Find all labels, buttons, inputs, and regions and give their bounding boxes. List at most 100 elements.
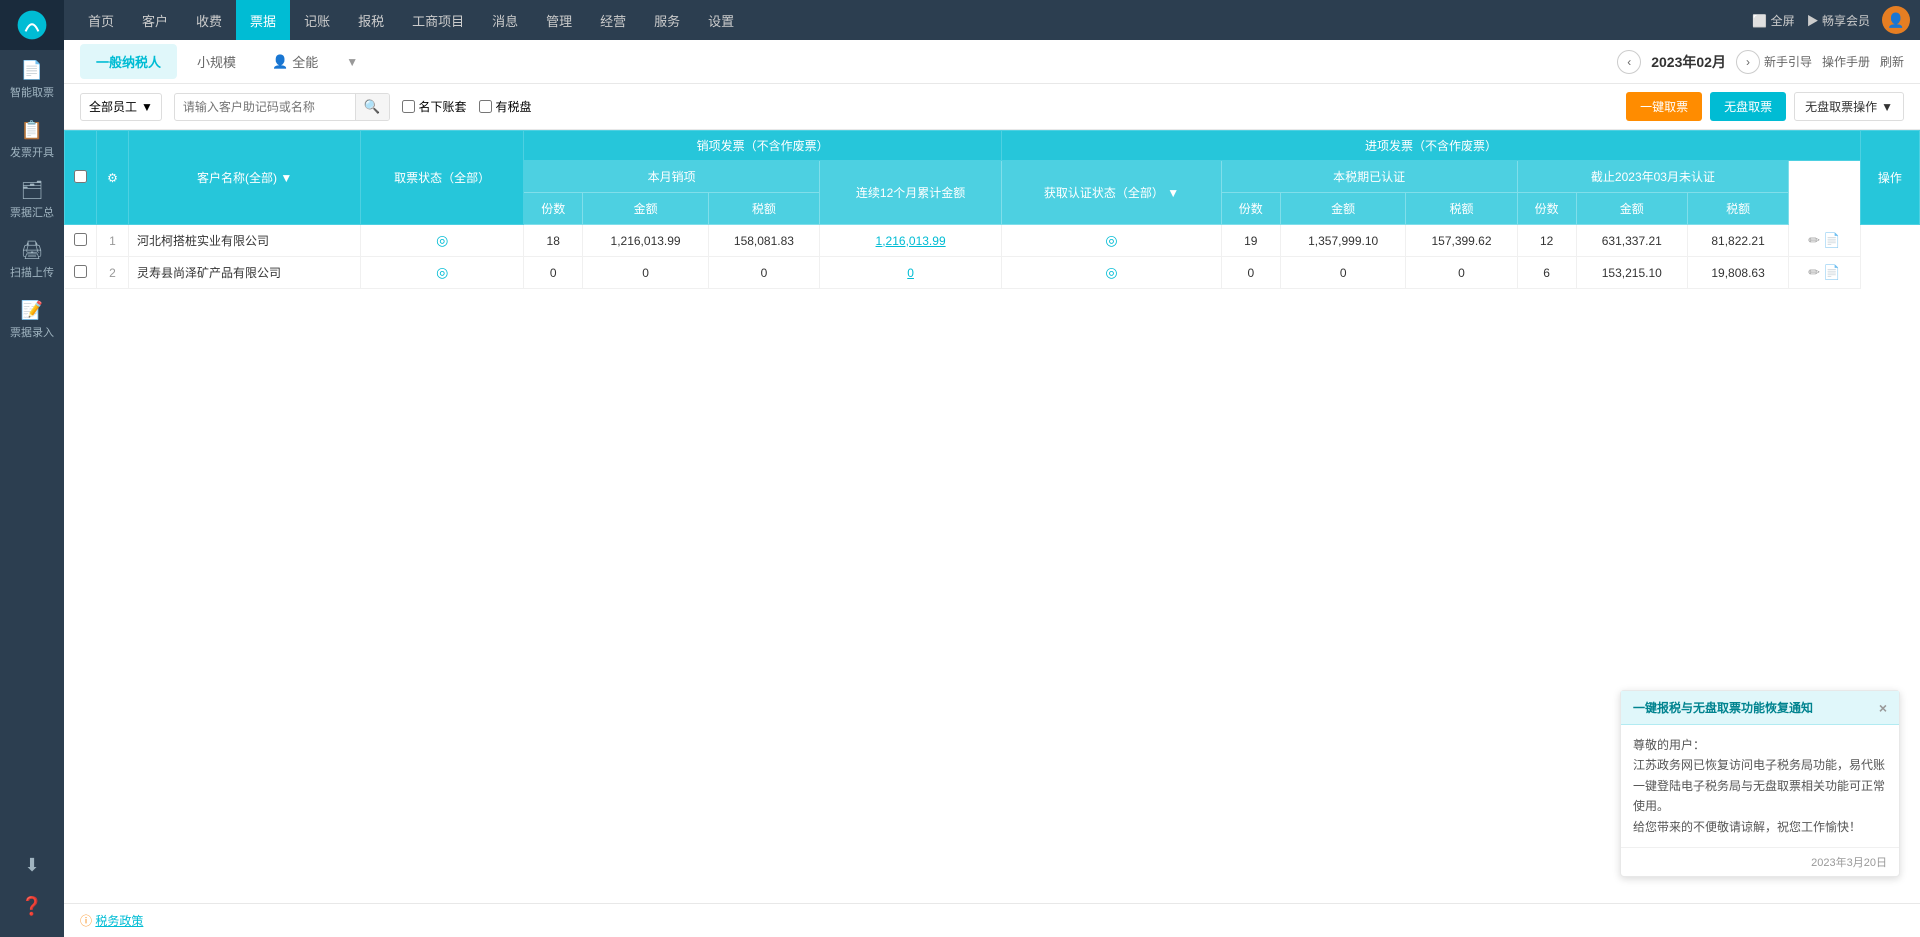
sidebar-item-issue-invoice[interactable]: 📋 发票开具 xyxy=(0,110,64,170)
row-sales-tax: 0 xyxy=(708,257,819,289)
th-purch-cert-count: 份数 xyxy=(1221,193,1280,225)
tab-all[interactable]: 👤 全能 xyxy=(256,44,334,79)
notification-body: 尊敬的用户： 江苏政务网已恢复访问电子税务局功能，易代账一键登陆电子税务局与无盘… xyxy=(1621,725,1899,847)
tab-small[interactable]: 小规模 xyxy=(181,44,252,79)
row-sales-amount: 0 xyxy=(583,257,709,289)
next-month-btn[interactable]: › xyxy=(1736,50,1760,74)
nav-item-message[interactable]: 消息 xyxy=(478,0,532,40)
date-nav: ‹ 2023年02月 › xyxy=(1617,50,1760,74)
main-table: ⚙ 客户名称(全部) ▼ 取票状态（全部） 销项发票（不含作废票） 进项发票（不… xyxy=(64,130,1920,289)
search-input[interactable] xyxy=(175,100,355,114)
top-nav-right: ⬜ 全屏 ▶ 畅享会员 👤 xyxy=(1752,6,1910,34)
th-client: 客户名称(全部) ▼ xyxy=(129,131,361,225)
member-btn[interactable]: ▶ 畅享会员 xyxy=(1807,12,1870,29)
sidebar-item-help[interactable]: ❓ xyxy=(0,886,64,927)
current-date: 2023年02月 xyxy=(1651,52,1726,72)
th-sales-amount: 金额 xyxy=(583,193,709,225)
sidebar-item-smart-fetch[interactable]: 📄 智能取票 xyxy=(0,50,64,110)
row-checkbox[interactable] xyxy=(65,257,97,289)
view-icon[interactable]: 📄 xyxy=(1823,232,1840,248)
sidebar-item-invoice-summary[interactable]: 🗂 票据汇总 xyxy=(0,170,64,230)
nav-item-tax[interactable]: 报税 xyxy=(344,0,398,40)
tab-general[interactable]: 一般纳税人 xyxy=(80,44,177,79)
tax-policy-icon: ⓘ xyxy=(80,914,95,928)
sidebar-item-scan-upload[interactable]: 🖨 扫描上传 xyxy=(0,230,64,290)
row-checkbox[interactable] xyxy=(65,225,97,257)
th-until-uncertified: 截止2023年03月未认证 xyxy=(1517,161,1789,193)
nav-item-settings[interactable]: 设置 xyxy=(694,0,748,40)
row-fetch-status: ◎ xyxy=(361,225,524,257)
table-body: 1 河北柯搭桩实业有限公司 ◎ 18 1,216,013.99 158,081.… xyxy=(65,225,1920,289)
nav-item-operation[interactable]: 经营 xyxy=(586,0,640,40)
th-purch-uncert-tax: 税额 xyxy=(1687,193,1789,225)
no-disk-fetch-btn[interactable]: 无盘取票 xyxy=(1710,92,1786,121)
prev-month-btn[interactable]: ‹ xyxy=(1617,50,1641,74)
avatar[interactable]: 👤 xyxy=(1882,6,1910,34)
notification-close-btn[interactable]: × xyxy=(1879,700,1887,716)
tab-bar: 一般纳税人 小规模 👤 全能 ▼ ‹ 2023年02月 › 新手引导 操作手册 … xyxy=(64,40,1920,84)
row-actions: ✏ 📄 xyxy=(1789,225,1860,257)
nav-item-management[interactable]: 管理 xyxy=(532,0,586,40)
sidebar-item-label: 发票开具 xyxy=(10,144,54,160)
chevron-down-icon: ▼ xyxy=(141,100,153,114)
sidebar-item-download[interactable]: ⬇ xyxy=(0,845,64,886)
nav-item-bookkeeping[interactable]: 记账 xyxy=(290,0,344,40)
manual-btn[interactable]: 操作手册 xyxy=(1822,53,1870,70)
edit-icon[interactable]: ✏ xyxy=(1808,264,1820,280)
th-purch-uncert-count: 份数 xyxy=(1517,193,1576,225)
one-click-fetch-btn[interactable]: 一键取票 xyxy=(1626,92,1702,121)
sidebar-item-data-entry[interactable]: 📝 票据录入 xyxy=(0,290,64,350)
table-row: 1 河北柯搭桩实业有限公司 ◎ 18 1,216,013.99 158,081.… xyxy=(65,225,1920,257)
nav-item-billing[interactable]: 收费 xyxy=(182,0,236,40)
th-purchase-group: 进项发票（不含作废票） xyxy=(1002,131,1861,161)
tab-more[interactable]: ▼ xyxy=(338,51,366,73)
row-cert-status: ◎ xyxy=(1002,257,1222,289)
nav-item-service[interactable]: 服务 xyxy=(640,0,694,40)
fullscreen-btn[interactable]: ⬜ 全屏 xyxy=(1752,12,1794,29)
new-guide-btn[interactable]: 新手引导 xyxy=(1764,53,1812,70)
row-fetch-status: ◎ xyxy=(361,257,524,289)
refresh-btn[interactable]: 刷新 xyxy=(1880,53,1904,70)
has-tax-checkbox[interactable]: 有税盘 xyxy=(479,98,532,115)
sales-12month-link[interactable]: 0 xyxy=(907,266,914,280)
tax-policy-link[interactable]: 税务政策 xyxy=(95,914,143,928)
select-all-checkbox[interactable] xyxy=(74,170,87,183)
sidebar: 📄 智能取票 📋 发票开具 🗂 票据汇总 🖨 扫描上传 📝 票据录入 ⬇ ❓ xyxy=(0,0,64,937)
sidebar-item-label: 票据录入 xyxy=(10,324,54,340)
row-purch-cert-amount: 0 xyxy=(1280,257,1406,289)
view-icon[interactable]: 📄 xyxy=(1823,264,1840,280)
fetch-status-icon: ◎ xyxy=(436,264,448,280)
cert-status-icon: ◎ xyxy=(1105,264,1117,280)
employee-select[interactable]: 全部员工 ▼ xyxy=(80,93,162,121)
no-disk-ops-btn[interactable]: 无盘取票操作 ▼ xyxy=(1794,92,1904,121)
row-num: 2 xyxy=(97,257,129,289)
edit-icon[interactable]: ✏ xyxy=(1808,232,1820,248)
invoice-summary-icon: 🗂 xyxy=(21,180,44,201)
issue-invoice-icon: 📋 xyxy=(21,120,43,141)
under-account-checkbox[interactable]: 名下账套 xyxy=(402,98,467,115)
filter-bar: 全部员工 ▼ 🔍 名下账套 有税盘 一键取票 无盘取票 无盘取票操作 ▼ xyxy=(64,84,1920,130)
th-sales-12month: 连续12个月累计金额 xyxy=(819,161,1001,225)
sales-12month-link[interactable]: 1,216,013.99 xyxy=(876,234,946,248)
row-purch-uncert-tax: 19,808.63 xyxy=(1687,257,1789,289)
data-entry-icon: 📝 xyxy=(21,300,43,321)
top-nav: 首页 客户 收费 票据 记账 报税 工商项目 消息 管理 经营 服务 设置 ⬜ … xyxy=(64,0,1920,40)
th-cert-status: 获取认证状态（全部） ▼ xyxy=(1002,161,1222,225)
notification-date: 2023年3月20日 xyxy=(1811,857,1887,869)
sidebar-item-label: 智能取票 xyxy=(10,84,54,100)
nav-item-client[interactable]: 客户 xyxy=(128,0,182,40)
row-purch-uncert-amount: 631,337.21 xyxy=(1576,225,1687,257)
nav-item-business[interactable]: 工商项目 xyxy=(398,0,478,40)
nav-item-home[interactable]: 首页 xyxy=(74,0,128,40)
search-button[interactable]: 🔍 xyxy=(355,94,389,120)
bottom-bar: ⓘ 税务政策 xyxy=(64,903,1920,937)
filter-bar-right: 一键取票 无盘取票 无盘取票操作 ▼ xyxy=(1626,92,1904,121)
search-input-wrap: 🔍 xyxy=(174,93,390,121)
th-checkbox xyxy=(65,131,97,225)
row-client: 河北柯搭桩实业有限公司 xyxy=(129,225,361,257)
cert-status-icon: ◎ xyxy=(1105,232,1117,248)
th-sales-tax: 税额 xyxy=(708,193,819,225)
th-current-period-certified: 本税期已认证 xyxy=(1221,161,1517,193)
row-cert-status: ◎ xyxy=(1002,225,1222,257)
nav-item-invoice[interactable]: 票据 xyxy=(236,0,290,40)
